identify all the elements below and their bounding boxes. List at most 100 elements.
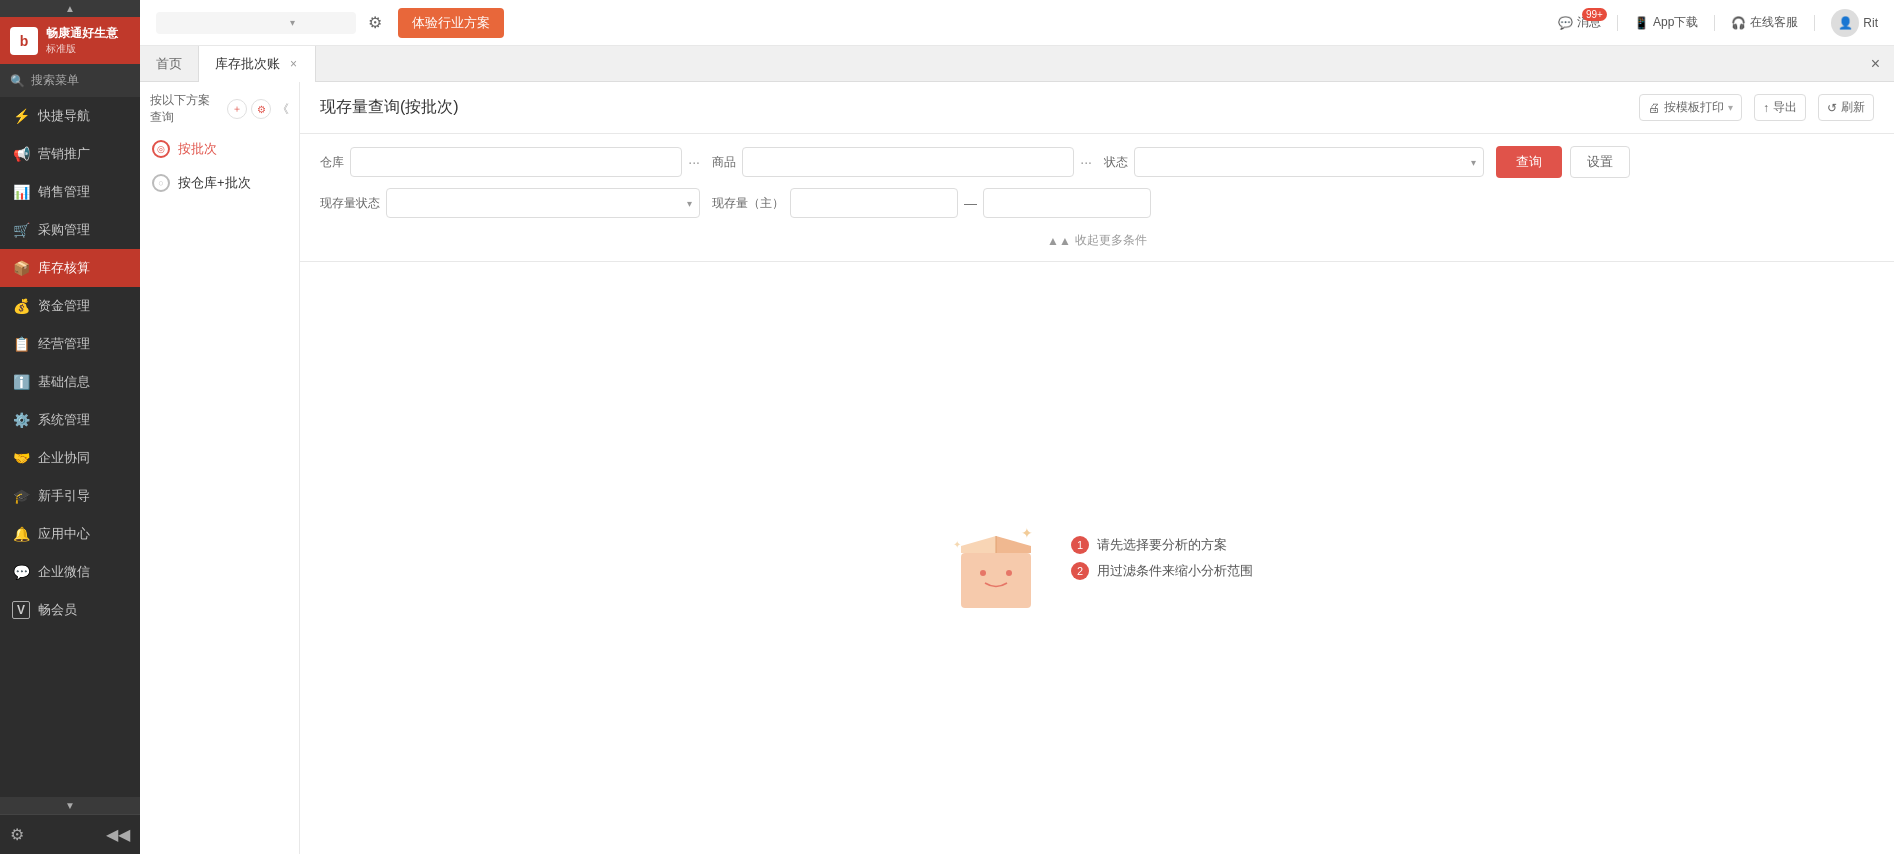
member-icon: V: [12, 601, 30, 619]
product-more-icon[interactable]: ···: [1080, 154, 1092, 170]
scheme-add-button[interactable]: ＋: [227, 99, 247, 119]
topbar: ▾ ⚙ 体验行业方案 💬 消息 99+ 📱 App下载 🎧 在线客服: [140, 0, 1894, 46]
message-action[interactable]: 💬 消息 99+: [1558, 14, 1601, 31]
sidebar: ▲ b 畅康通好生意 标准版 🔍 搜索菜单 ⚡ 快捷导航 📢 营销推广 📊 销售…: [0, 0, 140, 854]
topbar-gear-icon[interactable]: ⚙: [368, 13, 382, 32]
svg-point-5: [1006, 570, 1012, 576]
topbar-chevron-icon[interactable]: ▾: [290, 17, 295, 28]
filter-status: 状态 ▾: [1104, 147, 1484, 177]
query-button[interactable]: 查询: [1496, 146, 1562, 178]
online-service-label: 在线客服: [1750, 14, 1798, 31]
topbar-search-area[interactable]: ▾: [156, 12, 356, 34]
sidebar-item-label: 营销推广: [38, 145, 90, 163]
sidebar-item-quick-nav[interactable]: ⚡ 快捷导航: [0, 97, 140, 135]
sidebar-search[interactable]: 🔍 搜索菜单: [0, 64, 140, 97]
export-button[interactable]: ↑ 导出: [1754, 94, 1806, 121]
app-download-action[interactable]: 📱 App下载: [1634, 14, 1698, 31]
warehouse-filter-label: 仓库: [320, 154, 344, 171]
sales-icon: 📊: [12, 183, 30, 201]
svg-point-4: [980, 570, 986, 576]
export-icon: ↑: [1763, 101, 1769, 115]
filter-row-1: 仓库 ··· 商品 ··· 状态: [320, 146, 1874, 178]
sidebar-item-purchase[interactable]: 🛒 采购管理: [0, 211, 140, 249]
empty-state: ✦ ✦ 1 请先选择要分析的方案 2 用过滤条件来缩小分析范围: [300, 262, 1894, 854]
tabbar: 首页 库存批次账 × ×: [140, 46, 1894, 82]
tab-close-icon[interactable]: ×: [288, 55, 299, 73]
product-filter-input[interactable]: [742, 147, 1074, 177]
sidebar-item-operations[interactable]: 📋 经营管理: [0, 325, 140, 363]
avatar: 👤: [1831, 9, 1859, 37]
sidebar-search-label: 搜索菜单: [31, 72, 79, 89]
warehouse-more-icon[interactable]: ···: [688, 154, 700, 170]
sidebar-item-guide[interactable]: 🎓 新手引导: [0, 477, 140, 515]
scheme-item-by-warehouse-batch[interactable]: ○ 按仓库+批次: [140, 166, 299, 200]
status-select[interactable]: [1134, 147, 1484, 177]
empty-svg: ✦ ✦: [941, 508, 1051, 618]
empty-illustration: ✦ ✦: [941, 508, 1041, 608]
empty-steps: 1 请先选择要分析的方案 2 用过滤条件来缩小分析范围: [1071, 536, 1253, 580]
sidebar-item-label: 畅会员: [38, 601, 77, 619]
topbar-actions: 💬 消息 99+ 📱 App下载 🎧 在线客服 👤 Rit: [1558, 9, 1878, 37]
sidebar-logo: b: [10, 27, 38, 55]
collapse-more-btn[interactable]: ▲▲ 收起更多条件: [320, 228, 1874, 249]
filter-stock-qty: 现存量（主） —: [712, 188, 1092, 218]
scheme-settings-button[interactable]: ⚙: [251, 99, 271, 119]
scheme-item-by-batch[interactable]: ◎ 按批次: [140, 132, 299, 166]
sidebar-item-collab[interactable]: 🤝 企业协同: [0, 439, 140, 477]
sidebar-app-name: 畅康通好生意: [46, 25, 118, 42]
tab-home-label: 首页: [156, 55, 182, 73]
status-filter-label: 状态: [1104, 154, 1128, 171]
user-profile-action[interactable]: 👤 Rit: [1831, 9, 1878, 37]
filter-settings-button[interactable]: 设置: [1570, 146, 1630, 178]
avatar-icon: 👤: [1838, 16, 1853, 30]
print-button[interactable]: 🖨 按模板打印 ▾: [1639, 94, 1742, 121]
refresh-button[interactable]: ↺ 刷新: [1818, 94, 1874, 121]
sidebar-item-finance[interactable]: 💰 资金管理: [0, 287, 140, 325]
tab-inventory-batch[interactable]: 库存批次账 ×: [199, 46, 316, 82]
sidebar-item-inventory[interactable]: 📦 库存核算: [0, 249, 140, 287]
status-select-wrapper: ▾: [1134, 147, 1484, 177]
step-2-text: 用过滤条件来缩小分析范围: [1097, 562, 1253, 580]
sidebar-title-block: 畅康通好生意 标准版: [46, 25, 118, 56]
scheme-panel: 按以下方案查询 ＋ ⚙ 《 ◎ 按批次 ○ 按仓库+批次: [140, 82, 300, 854]
app-download-icon: 📱: [1634, 16, 1649, 30]
print-icon: 🖨: [1648, 101, 1660, 115]
appcenter-icon: 🔔: [12, 525, 30, 543]
settings-icon[interactable]: ⚙: [10, 825, 24, 844]
sidebar-item-enterprise-wechat[interactable]: 💬 企业微信: [0, 553, 140, 591]
collab-icon: 🤝: [12, 449, 30, 467]
sidebar-item-appcenter[interactable]: 🔔 应用中心: [0, 515, 140, 553]
scheme-header-title: 按以下方案查询: [150, 92, 221, 126]
scheme-collapse-icon[interactable]: 《: [277, 101, 289, 118]
sidebar-item-label: 新手引导: [38, 487, 90, 505]
empty-step-1: 1 请先选择要分析的方案: [1071, 536, 1253, 554]
sidebar-scroll-up[interactable]: ▲: [0, 0, 140, 17]
page-header-actions: 🖨 按模板打印 ▾ ↑ 导出 ↺ 刷新: [1639, 94, 1874, 121]
print-chevron-icon: ▾: [1728, 102, 1733, 113]
sidebar-item-sales[interactable]: 📊 销售管理: [0, 173, 140, 211]
stock-qty-max-input[interactable]: [983, 188, 1151, 218]
scheme-item-label: 按批次: [178, 140, 217, 158]
sidebar-item-marketing[interactable]: 📢 营销推广: [0, 135, 140, 173]
filter-product: 商品 ···: [712, 147, 1092, 177]
sidebar-item-member[interactable]: V 畅会员: [0, 591, 140, 629]
online-service-action[interactable]: 🎧 在线客服: [1731, 14, 1798, 31]
sidebar-item-label: 企业协同: [38, 449, 90, 467]
svg-rect-0: [961, 553, 1031, 608]
scheme-header-icons: ＋ ⚙: [227, 99, 271, 119]
right-content: 现存量查询(按批次) 🖨 按模板打印 ▾ ↑ 导出 ↺ 刷新: [300, 82, 1894, 854]
topbar-search-input[interactable]: [164, 16, 284, 30]
tab-home[interactable]: 首页: [140, 46, 199, 82]
sidebar-scroll-down[interactable]: ▼: [0, 797, 140, 814]
stock-qty-min-input[interactable]: [790, 188, 958, 218]
tab-panel-close-icon[interactable]: ×: [1857, 55, 1894, 73]
sidebar-item-system[interactable]: ⚙️ 系统管理: [0, 401, 140, 439]
basics-icon: ℹ️: [12, 373, 30, 391]
stock-status-select[interactable]: [386, 188, 700, 218]
trial-button[interactable]: 体验行业方案: [398, 8, 504, 38]
collapse-sidebar-icon[interactable]: ◀◀: [106, 825, 130, 844]
sidebar-item-basics[interactable]: ℹ️ 基础信息: [0, 363, 140, 401]
finance-icon: 💰: [12, 297, 30, 315]
filter-stock-status: 现存量状态 ▾: [320, 188, 700, 218]
warehouse-filter-input[interactable]: [350, 147, 682, 177]
